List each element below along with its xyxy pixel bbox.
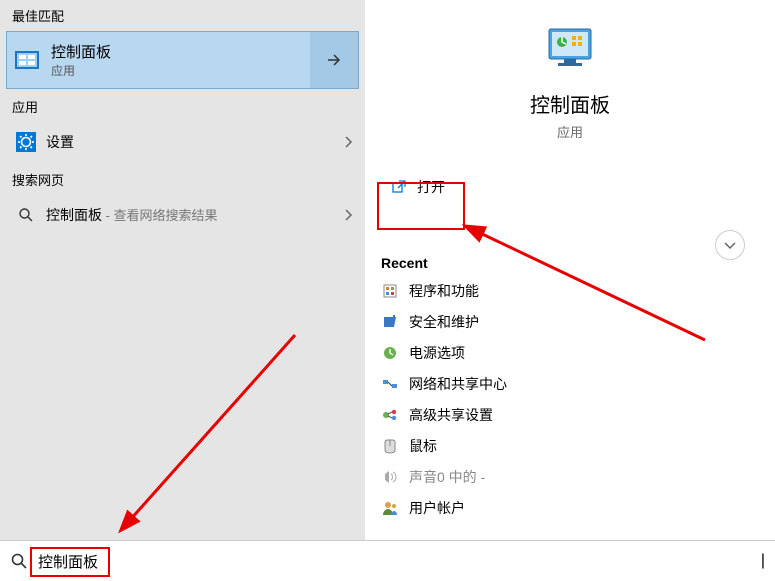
- recent-item[interactable]: 网络和共享中心: [365, 368, 775, 399]
- hero-title: 控制面板: [365, 89, 775, 118]
- recent-item-icon: [381, 407, 399, 423]
- search-input[interactable]: [36, 549, 767, 574]
- recent-item-label: 声音0 中的 -: [409, 467, 485, 487]
- text-cursor: |: [761, 552, 765, 570]
- result-title: 控制面板: [51, 41, 310, 62]
- results-panel: 最佳匹配 控制面板 应用 应用 设置 搜索网页 控制面板 - 查看网络搜索结果: [0, 0, 365, 540]
- chevron-right-icon: [343, 208, 353, 222]
- web-result-label: 控制面板: [46, 207, 102, 223]
- recent-list: 程序和功能安全和维护电源选项网络和共享中心高级共享设置鼠标声音0 中的 - 用户帐…: [365, 275, 775, 523]
- recent-item-label: 安全和维护: [409, 312, 479, 332]
- recent-item-icon: [381, 438, 399, 454]
- control-panel-large-icon: [548, 28, 592, 66]
- recent-item[interactable]: 声音0 中的 -: [365, 461, 775, 492]
- expand-toggle[interactable]: [715, 230, 745, 260]
- recent-item[interactable]: 程序和功能: [365, 275, 775, 306]
- open-label: 打开: [417, 177, 445, 197]
- recent-item-icon: [381, 314, 399, 330]
- control-panel-icon: [7, 32, 47, 88]
- expand-result-button[interactable]: [310, 32, 358, 88]
- result-subtitle: 应用: [51, 62, 310, 79]
- web-result[interactable]: 控制面板 - 查看网络搜索结果: [0, 193, 365, 237]
- recent-item[interactable]: 用户帐户: [365, 492, 775, 523]
- hero: 控制面板 应用: [365, 0, 775, 141]
- recent-item-label: 电源选项: [409, 343, 465, 363]
- recent-item-label: 网络和共享中心: [409, 374, 507, 394]
- recent-item[interactable]: 电源选项: [365, 337, 775, 368]
- settings-result[interactable]: 设置: [0, 120, 365, 164]
- search-web-header: 搜索网页: [0, 164, 365, 193]
- recent-item-label: 高级共享设置: [409, 405, 493, 425]
- search-bar: |: [0, 540, 775, 581]
- recent-item[interactable]: 高级共享设置: [365, 399, 775, 430]
- best-match-result[interactable]: 控制面板 应用: [6, 31, 359, 89]
- chevron-right-icon: [343, 135, 353, 149]
- preview-panel: 控制面板 应用 打开 Recent 程序和功能安全和维护电源选项网络和共享中心高…: [365, 0, 775, 540]
- recent-item-icon: [381, 500, 399, 516]
- recent-item-label: 鼠标: [409, 436, 437, 456]
- recent-item-icon: [381, 283, 399, 299]
- settings-label: 设置: [40, 132, 343, 152]
- recent-item-icon: [381, 469, 399, 485]
- recent-item-label: 用户帐户: [409, 498, 465, 518]
- settings-icon: [12, 132, 40, 152]
- best-match-header: 最佳匹配: [0, 0, 365, 29]
- recent-item[interactable]: 安全和维护: [365, 306, 775, 337]
- recent-item[interactable]: 鼠标: [365, 430, 775, 461]
- open-button[interactable]: 打开: [377, 169, 465, 205]
- search-icon: [10, 552, 28, 570]
- web-result-sublabel: - 查看网络搜索结果: [102, 208, 218, 223]
- recent-item-label: 程序和功能: [409, 281, 479, 301]
- open-icon: [391, 179, 407, 195]
- recent-item-icon: [381, 345, 399, 361]
- hero-subtitle: 应用: [365, 122, 775, 141]
- recent-item-icon: [381, 376, 399, 392]
- recent-header: Recent: [365, 247, 775, 275]
- search-icon: [12, 207, 40, 223]
- apps-header: 应用: [0, 91, 365, 120]
